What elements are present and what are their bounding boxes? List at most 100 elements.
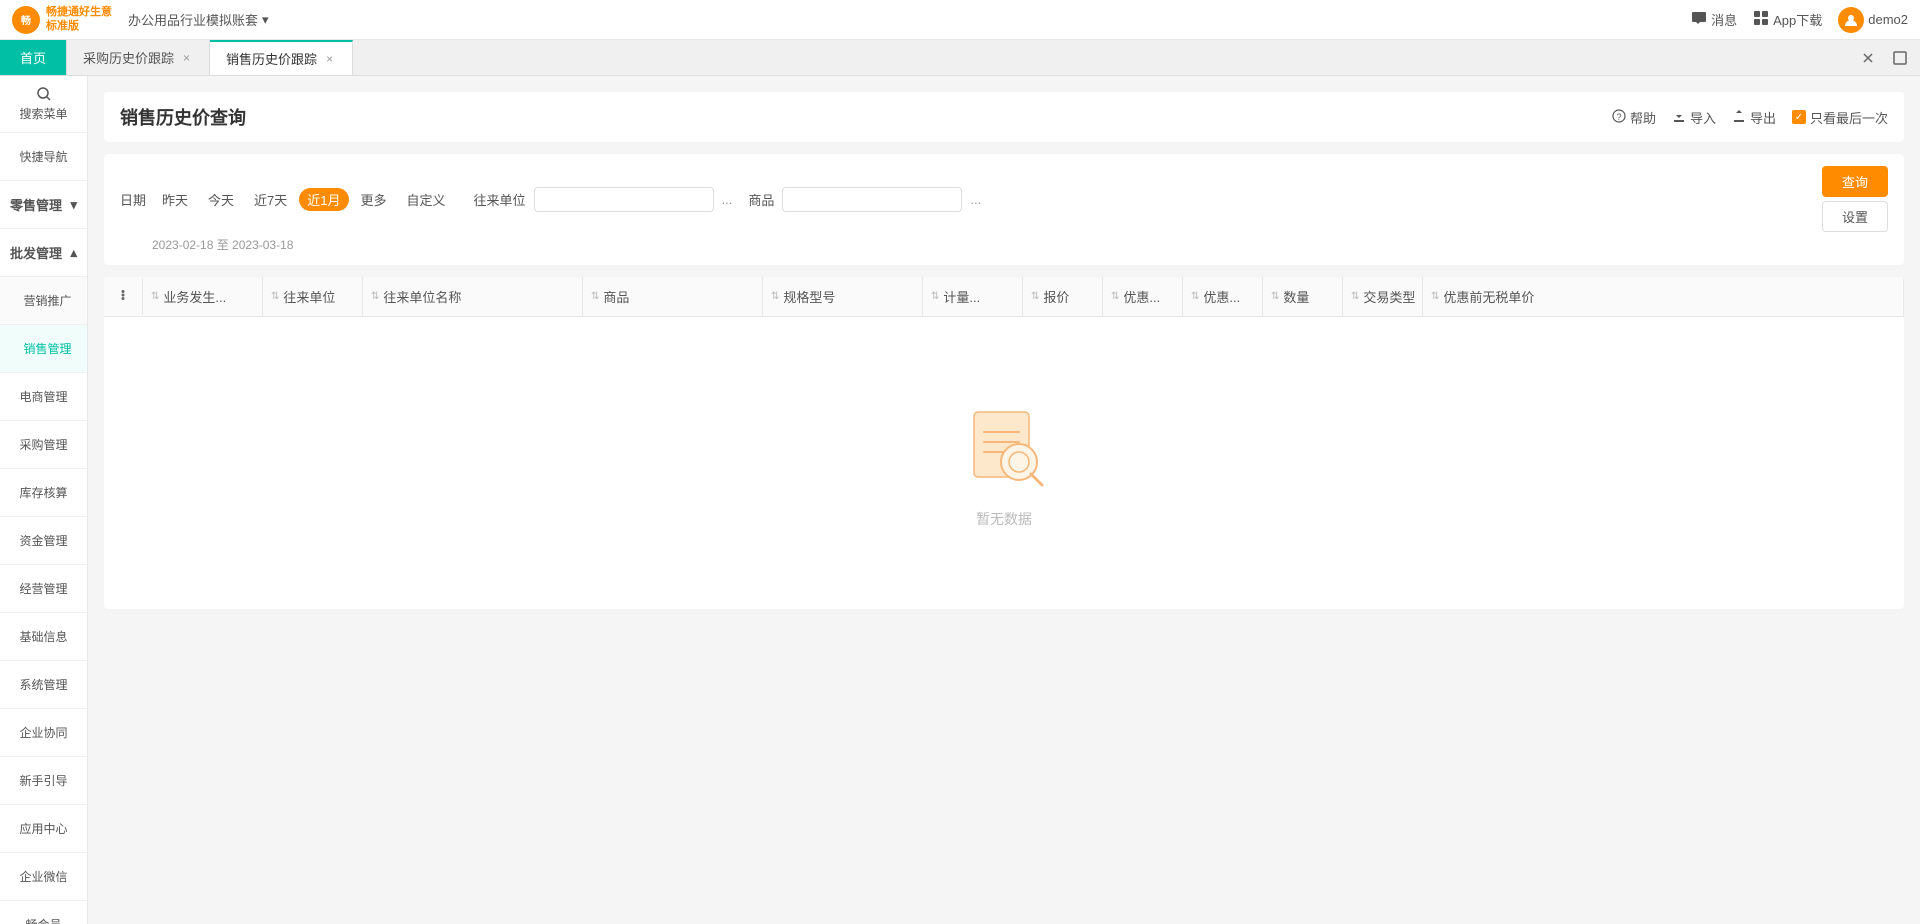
export-button[interactable]: 导出 [1732,108,1776,127]
col-header-discount1[interactable]: ⇅ 优惠... [1103,277,1183,316]
col-header-product[interactable]: ⇅ 商品 [583,277,763,316]
app-selector[interactable]: 办公用品行业模拟账套 ▾ [120,6,277,33]
sidebar-item-ecommerce[interactable]: 电商管理 [0,373,87,421]
sort-icon: ⇅ [1351,291,1359,302]
sort-icon: ⇅ [591,291,599,302]
col-header-customer-name[interactable]: ⇅ 往来单位名称 [363,277,583,316]
col-header-pre-tax-price[interactable]: ⇅ 优惠前无税单价 [1423,277,1904,316]
sidebar-item-search[interactable]: 搜索菜单 [0,76,87,133]
col-header-business-date[interactable]: ⇅ 业务发生... [143,277,263,316]
message-button[interactable]: 消息 [1691,10,1737,29]
data-table: ⇅ 业务发生... ⇅ 往来单位 ⇅ 往来单位名称 ⇅ 商品 ⇅ 规格型号 ⇅ … [104,277,1904,609]
search-row: 日期 昨天 今天 近7天 近1月 更多 自定义 往来单位 ... 商品 ... [120,166,1888,232]
date-custom[interactable]: 自定义 [399,188,454,211]
date-filter-group: 日期 昨天 今天 近7天 近1月 更多 自定义 [120,188,454,211]
chevron-down-icon: ▾ [262,12,269,28]
app-download-button[interactable]: App下载 [1753,10,1822,29]
col-header-quantity[interactable]: ⇅ 数量 [1263,277,1343,316]
avatar [1838,7,1864,33]
sidebar-item-retail[interactable]: 零售管理 ▾ [0,181,87,229]
sort-icon: ⇅ [931,291,939,302]
help-button[interactable]: ? 帮助 [1612,108,1656,127]
user-menu[interactable]: demo2 [1838,7,1908,33]
date-today[interactable]: 今天 [200,188,242,211]
page-header: 销售历史价查询 ? 帮助 导入 [104,92,1904,142]
product-label: 商品 [748,190,774,209]
sort-icon: ⇅ [1271,291,1279,302]
product-dots[interactable]: ... [970,192,981,207]
message-icon [1691,10,1707,29]
sidebar-item-purchase[interactable]: 采购管理 [0,421,87,469]
date-7days[interactable]: 近7天 [246,188,295,211]
sidebar-item-marketing[interactable]: 营销推广 [0,277,87,325]
import-button[interactable]: 导入 [1672,108,1716,127]
sidebar-item-finance[interactable]: 资金管理 [0,517,87,565]
sort-icon: ⇅ [1111,291,1119,302]
sidebar-item-sales-mgmt[interactable]: 销售管理 [0,325,87,373]
customer-dots[interactable]: ... [722,192,733,207]
table-settings-button[interactable] [104,278,143,315]
chevron-down-icon: ▾ [70,197,77,213]
sidebar-item-system[interactable]: 系统管理 [0,661,87,709]
tab-home[interactable]: 首页 [0,40,67,75]
sort-icon: ⇅ [1031,291,1039,302]
col-header-spec[interactable]: ⇅ 规格型号 [763,277,923,316]
top-bar-right: 消息 App下载 demo2 [1691,7,1908,33]
empty-text: 暂无数据 [976,509,1032,529]
page-header-actions: ? 帮助 导入 导出 [1612,108,1888,127]
tab-sales-close[interactable]: × [323,51,336,67]
search-form: 日期 昨天 今天 近7天 近1月 更多 自定义 往来单位 ... 商品 ... [104,154,1904,265]
date-1month[interactable]: 近1月 [299,188,348,211]
page-title: 销售历史价查询 [120,104,246,130]
customer-input[interactable] [534,187,714,212]
col-header-customer-code[interactable]: ⇅ 往来单位 [263,277,363,316]
sidebar-item-quicknav[interactable]: 快捷导航 [0,133,87,181]
sidebar-item-inventory[interactable]: 库存核算 [0,469,87,517]
top-bar: 畅 畅捷通好生意 标准版 办公用品行业模拟账套 ▾ 消息 [0,0,1920,40]
tab-close-all-button[interactable] [1856,46,1880,70]
sidebar-item-apps[interactable]: 应用中心 [0,805,87,853]
col-header-quoted-price[interactable]: ⇅ 报价 [1023,277,1103,316]
col-header-discount2[interactable]: ⇅ 优惠... [1183,277,1263,316]
tab-bar: 首页 采购历史价跟踪 × 销售历史价跟踪 × [0,40,1920,76]
only-last-checkbox[interactable]: ✓ 只看最后一次 [1792,108,1888,127]
export-icon [1732,109,1746,126]
sort-icon: ⇅ [1431,291,1439,302]
sidebar-item-basic[interactable]: 基础信息 [0,613,87,661]
sort-icon: ⇅ [271,291,279,302]
sort-icon: ⇅ [371,291,379,302]
sidebar-item-wholesale[interactable]: 批发管理 ▴ [0,229,87,277]
sidebar-item-enterprise[interactable]: 企业协同 [0,709,87,757]
sidebar-item-operations[interactable]: 经营管理 [0,565,87,613]
tab-purchase-close[interactable]: × [180,50,193,66]
sidebar-item-guide[interactable]: 新手引导 [0,757,87,805]
tab-sales[interactable]: 销售历史价跟踪 × [210,40,353,75]
sidebar-item-member[interactable]: 畅会员 [0,901,87,924]
import-icon [1672,109,1686,126]
settings-button[interactable]: 设置 [1822,201,1888,232]
date-more[interactable]: 更多 [353,188,395,211]
logo-area: 畅 畅捷通好生意 标准版 [12,6,112,34]
product-input[interactable] [782,187,962,212]
customer-label: 往来单位 [474,190,526,209]
col-header-unit[interactable]: ⇅ 计量... [923,277,1023,316]
help-icon: ? [1612,109,1626,126]
tab-purchase[interactable]: 采购历史价跟踪 × [67,40,210,75]
app-download-icon [1753,10,1769,29]
date-range-display: 2023-02-18 至 2023-03-18 [152,238,293,252]
tab-bar-right [1848,40,1920,75]
date-filters: 昨天 今天 近7天 近1月 更多 自定义 [154,188,454,211]
date-yesterday[interactable]: 昨天 [154,188,196,211]
chevron-up-icon: ▴ [70,245,77,261]
sidebar: 搜索菜单 快捷导航 零售管理 ▾ 批发管理 ▴ 营销推广 销售管理 电商管理 采… [0,76,88,924]
svg-text:畅: 畅 [21,14,31,27]
sort-icon: ⇅ [151,291,159,302]
table-header: ⇅ 业务发生... ⇅ 往来单位 ⇅ 往来单位名称 ⇅ 商品 ⇅ 规格型号 ⇅ … [104,277,1904,317]
tab-maximize-button[interactable] [1888,46,1912,70]
main-content: 销售历史价查询 ? 帮助 导入 [88,76,1920,924]
query-button[interactable]: 查询 [1822,166,1888,197]
sidebar-item-wechat[interactable]: 企业微信 [0,853,87,901]
sort-icon: ⇅ [1191,291,1199,302]
empty-state: 暂无数据 [104,317,1904,609]
col-header-trade-type[interactable]: ⇅ 交易类型 [1343,277,1423,316]
